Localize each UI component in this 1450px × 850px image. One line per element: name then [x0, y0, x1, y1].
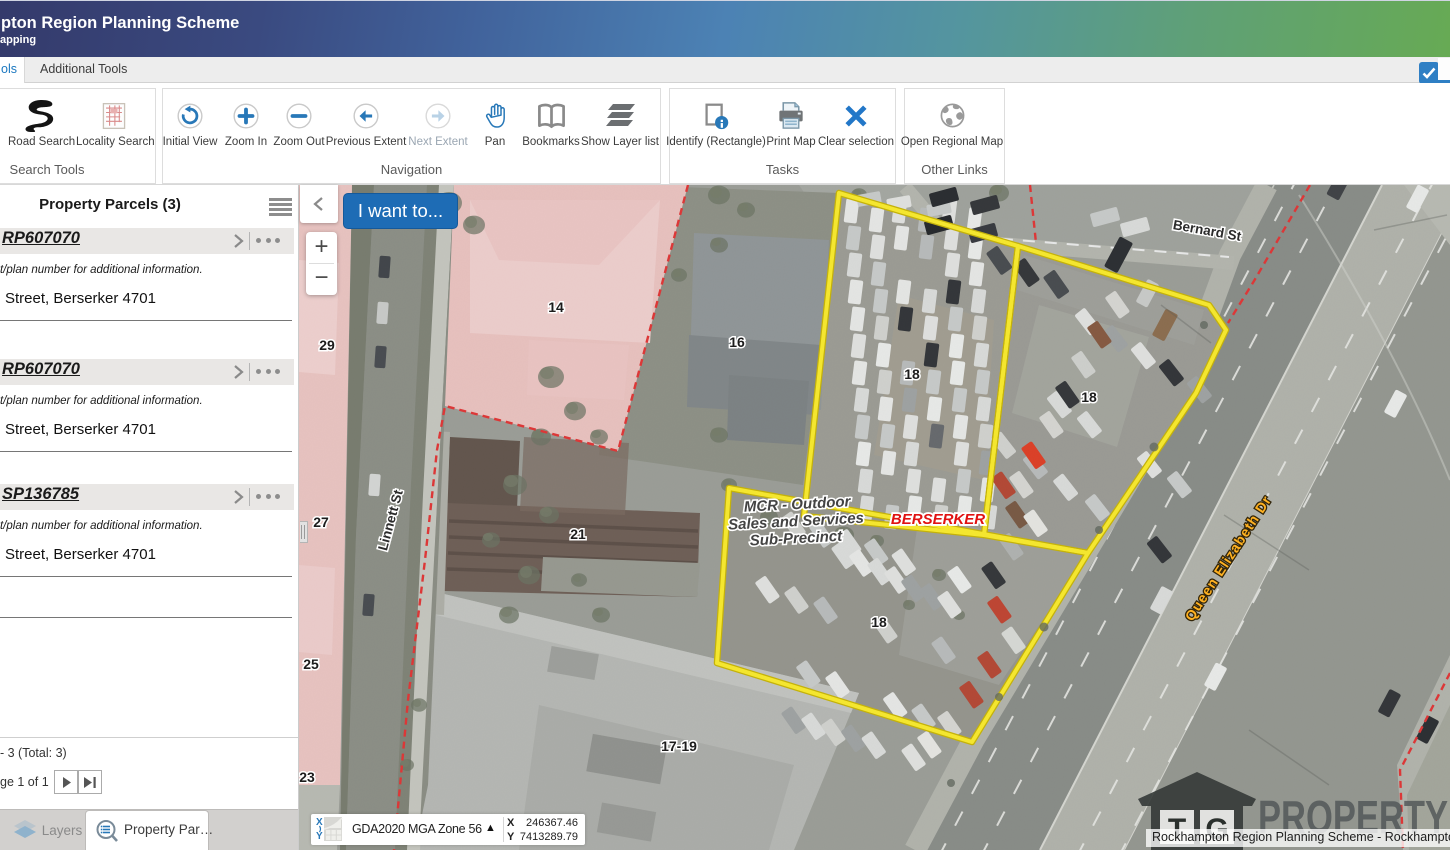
svg-text:14: 14 [548, 299, 564, 315]
svg-text:18: 18 [904, 366, 920, 382]
svg-text:16: 16 [729, 334, 745, 350]
svg-text:17-19: 17-19 [661, 738, 697, 754]
svg-text:21: 21 [570, 526, 586, 542]
svg-text:Y: Y [316, 831, 323, 842]
svg-text:BERSERKER: BERSERKER [891, 511, 985, 528]
svg-text:18: 18 [871, 614, 887, 630]
svg-text:18: 18 [1081, 389, 1097, 405]
svg-text:27: 27 [313, 514, 329, 530]
svg-text:25: 25 [303, 656, 319, 672]
svg-text:23: 23 [299, 769, 315, 785]
svg-text:29: 29 [319, 337, 335, 353]
